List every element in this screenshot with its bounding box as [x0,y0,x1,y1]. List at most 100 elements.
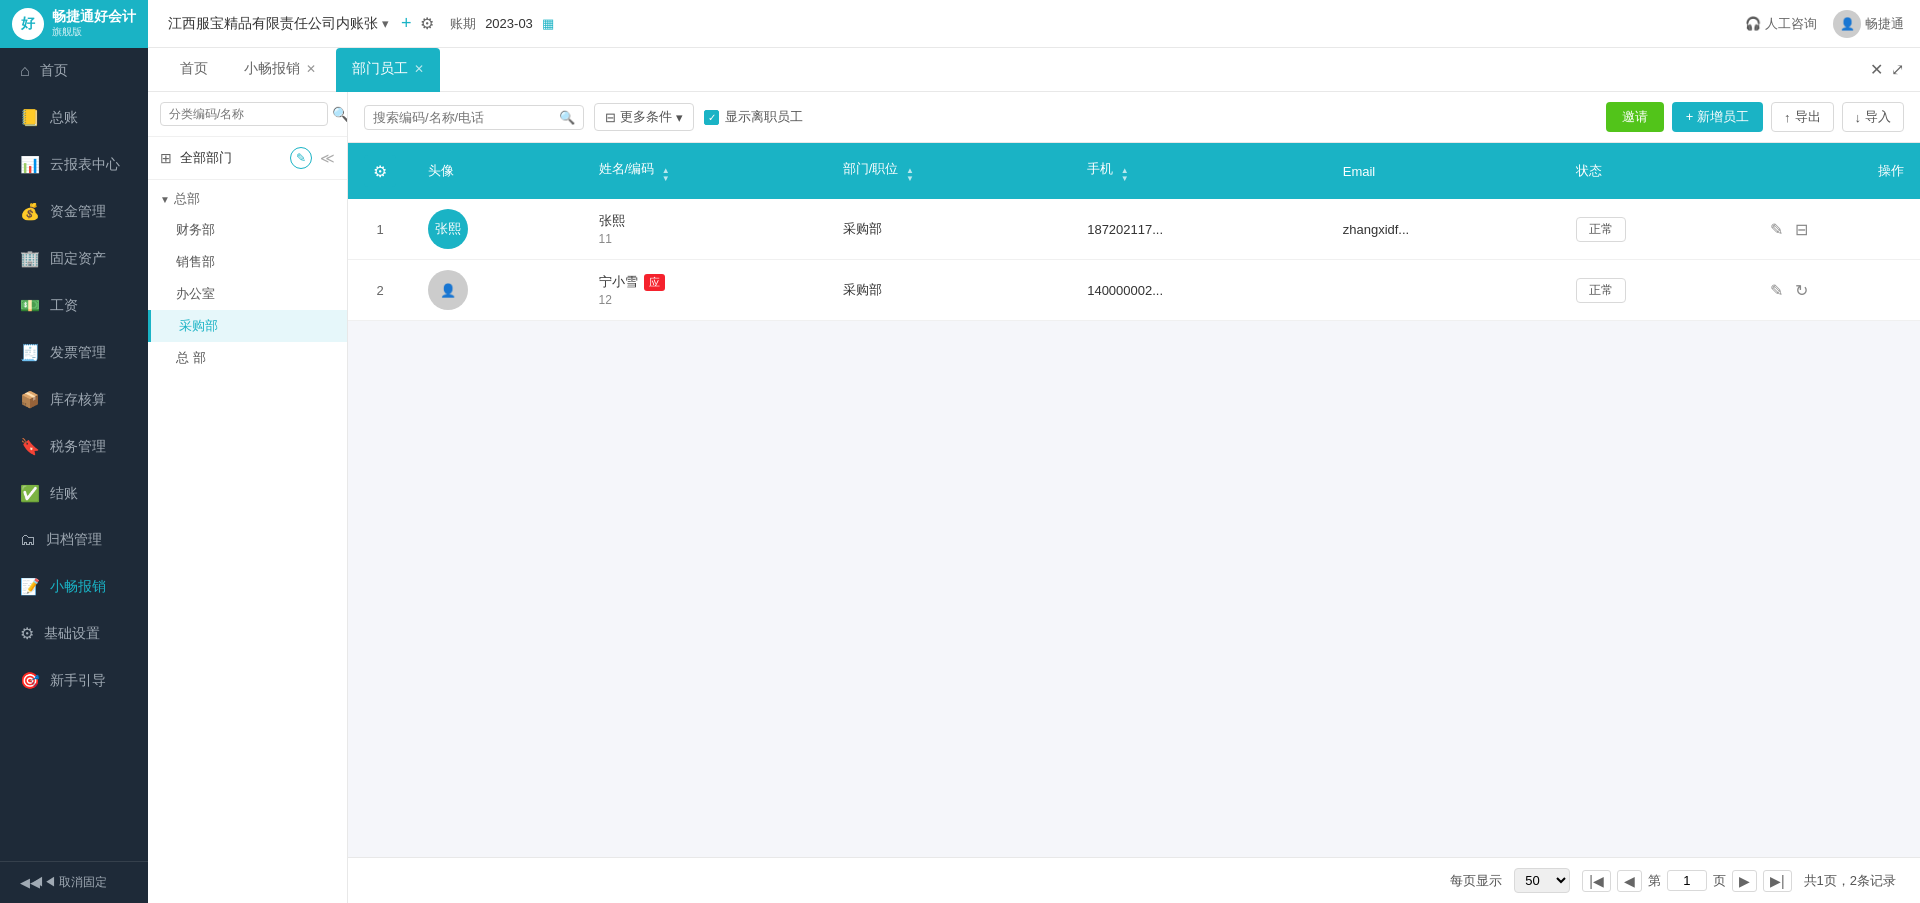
expense-icon: 📝 [20,577,40,596]
dept-search-icon[interactable]: 🔍 [332,106,348,122]
sidebar-item-reports[interactable]: 📊 云报表中心 [0,141,148,188]
table-footer: 每页显示 50 10 20 100 |◀ ◀ 第 页 ▶ ▶| [348,857,1920,903]
sidebar-item-tax[interactable]: 🔖 税务管理 [0,423,148,470]
dept-search-input[interactable] [160,102,328,126]
name-sort-icon[interactable]: ▲▼ [662,167,670,183]
dept-sort-icon[interactable]: ▲▼ [906,167,914,183]
col-phone[interactable]: 手机 ▲▼ [1071,143,1327,199]
dept-item-headquarters[interactable]: 总 部 [148,342,347,374]
import-label: 导入 [1865,108,1891,126]
status-badge-2: 正常 [1576,278,1626,303]
tab-dept[interactable]: 部门员工 ✕ [336,48,440,92]
dept-arrow-icon: ▼ [160,194,170,205]
last-page-btn[interactable]: ▶| [1763,870,1792,892]
per-page-label: 每页显示 [1450,872,1502,890]
sidebar-label-invoice: 发票管理 [50,344,106,362]
export-button[interactable]: ↑ 导出 [1771,102,1834,132]
filter-button[interactable]: ⊟ 更多条件 ▾ [594,103,694,131]
dept-all-icon: ⊞ [160,150,172,166]
first-page-btn[interactable]: |◀ [1582,870,1611,892]
tab-right-actions: ✕ ⤢ [1870,60,1904,79]
sidebar-item-expense[interactable]: 📝 小畅报销 [0,563,148,610]
sidebar-item-archive[interactable]: 🗂 归档管理 [0,517,148,563]
row2-status: 正常 [1560,260,1754,321]
dept-item-finance[interactable]: 财务部 [148,214,347,246]
left-panel: 🔍 ⊞ 全部部门 ✎ ≪ ▼ 总部 [148,92,348,903]
tab-home[interactable]: 首页 [164,48,224,92]
add-icon[interactable]: + [401,13,412,34]
row1-logout-icon[interactable]: ⊟ [1795,220,1808,239]
sidebar: ⌂ 首页 📒 总账 📊 云报表中心 💰 资金管理 🏢 固定资产 💵 工资 🧾 发… [0,48,148,903]
prev-page-btn[interactable]: ◀ [1617,870,1642,892]
dept-edit-btn[interactable]: ✎ [290,147,312,169]
row2-refresh-icon[interactable]: ↻ [1795,281,1808,300]
service-button[interactable]: 🎧 人工咨询 [1745,15,1817,33]
dept-tree: ▼ 总部 财务部 销售部 办公室 采购部 [148,180,347,903]
row1-edit-icon[interactable]: ✎ [1770,220,1783,239]
per-page-select[interactable]: 50 10 20 100 [1514,868,1570,893]
pin-button[interactable]: ◀◀ ◀◀ 取消固定 [0,861,148,903]
sidebar-item-invoice[interactable]: 🧾 发票管理 [0,329,148,376]
search-icon[interactable]: 🔍 [559,110,575,125]
company-name: 江西服宝精品有限责任公司内账张 [168,15,378,33]
row1-name: 张熙 11 [583,199,827,260]
checkbox-icon [704,110,719,125]
tab-dept-close[interactable]: ✕ [414,62,424,76]
table-settings-btn[interactable]: ⚙ [364,155,396,187]
phone-sort-icon[interactable]: ▲▼ [1121,167,1129,183]
sidebar-item-ledger[interactable]: 📒 总账 [0,94,148,141]
tab-expand-btn[interactable]: ⤢ [1891,60,1904,79]
import-button[interactable]: ↓ 导入 [1842,102,1905,132]
next-page-btn[interactable]: ▶ [1732,870,1757,892]
show-resign-label: 显示离职员工 [725,108,803,126]
sidebar-item-funds[interactable]: 💰 资金管理 [0,188,148,235]
tab-close-btn[interactable]: ✕ [1870,60,1883,79]
company-dropdown-icon[interactable]: ▾ [382,16,389,31]
sidebar-label-inventory: 库存核算 [50,391,106,409]
sidebar-item-inventory[interactable]: 📦 库存核算 [0,376,148,423]
row2-name: 宁小雪 应 12 [583,260,827,321]
sidebar-item-salary[interactable]: 💵 工资 [0,282,148,329]
sidebar-item-assets[interactable]: 🏢 固定资产 [0,235,148,282]
dept-collapse-btn[interactable]: ≪ [320,150,335,166]
col-status: 状态 [1560,143,1754,199]
user-menu[interactable]: 👤 畅捷通 [1833,10,1904,38]
invite-button[interactable]: 邀请 [1606,102,1664,132]
logo-area: 好 畅捷通好会计 旗舰版 [0,0,148,48]
search-input[interactable] [373,110,553,125]
row1-status: 正常 [1560,199,1754,260]
col-name[interactable]: 姓名/编码 ▲▼ [583,143,827,199]
dept-root-label[interactable]: ▼ 总部 [160,190,335,208]
add-employee-button[interactable]: + 新增员工 [1672,102,1763,132]
sidebar-item-home[interactable]: ⌂ 首页 [0,48,148,94]
sidebar-label-expense: 小畅报销 [50,578,106,596]
tab-expense[interactable]: 小畅报销 ✕ [228,48,332,92]
sidebar-item-settings[interactable]: ⚙ 基础设置 [0,610,148,657]
sidebar-label-archive: 归档管理 [46,531,102,549]
total-records-label: 共1页，2条记录 [1804,872,1896,890]
col-dept[interactable]: 部门/职位 ▲▼ [827,143,1071,199]
row1-avatar: 张熙 [412,199,583,260]
filter-icon: ⊟ [605,110,616,125]
reports-icon: 📊 [20,155,40,174]
code-zhang: 11 [599,232,811,246]
sidebar-item-guide[interactable]: 🎯 新手引导 [0,657,148,704]
salary-icon: 💵 [20,296,40,315]
dept-item-office[interactable]: 办公室 [148,278,347,310]
dept-item-sales[interactable]: 销售部 [148,246,347,278]
guide-icon: 🎯 [20,671,40,690]
page-number-input[interactable] [1667,870,1707,891]
calendar-icon[interactable]: ▦ [542,16,554,31]
sidebar-label-closing: 结账 [50,485,78,503]
tab-expense-close[interactable]: ✕ [306,62,316,76]
dept-root-name: 总部 [174,190,200,208]
sidebar-item-closing[interactable]: ✅ 结账 [0,470,148,517]
settings-icon[interactable]: ⚙ [420,14,434,33]
main-layout: ⌂ 首页 📒 总账 📊 云报表中心 💰 资金管理 🏢 固定资产 💵 工资 🧾 发… [0,48,1920,903]
avatar-zhang: 张熙 [428,209,468,249]
sidebar-label-assets: 固定资产 [50,250,106,268]
dept-item-purchase[interactable]: 采购部 [148,310,347,342]
show-resign-checkbox[interactable]: 显示离职员工 [704,108,803,126]
row2-edit-icon[interactable]: ✎ [1770,281,1783,300]
dept-all-label[interactable]: 全部部门 [180,149,282,167]
